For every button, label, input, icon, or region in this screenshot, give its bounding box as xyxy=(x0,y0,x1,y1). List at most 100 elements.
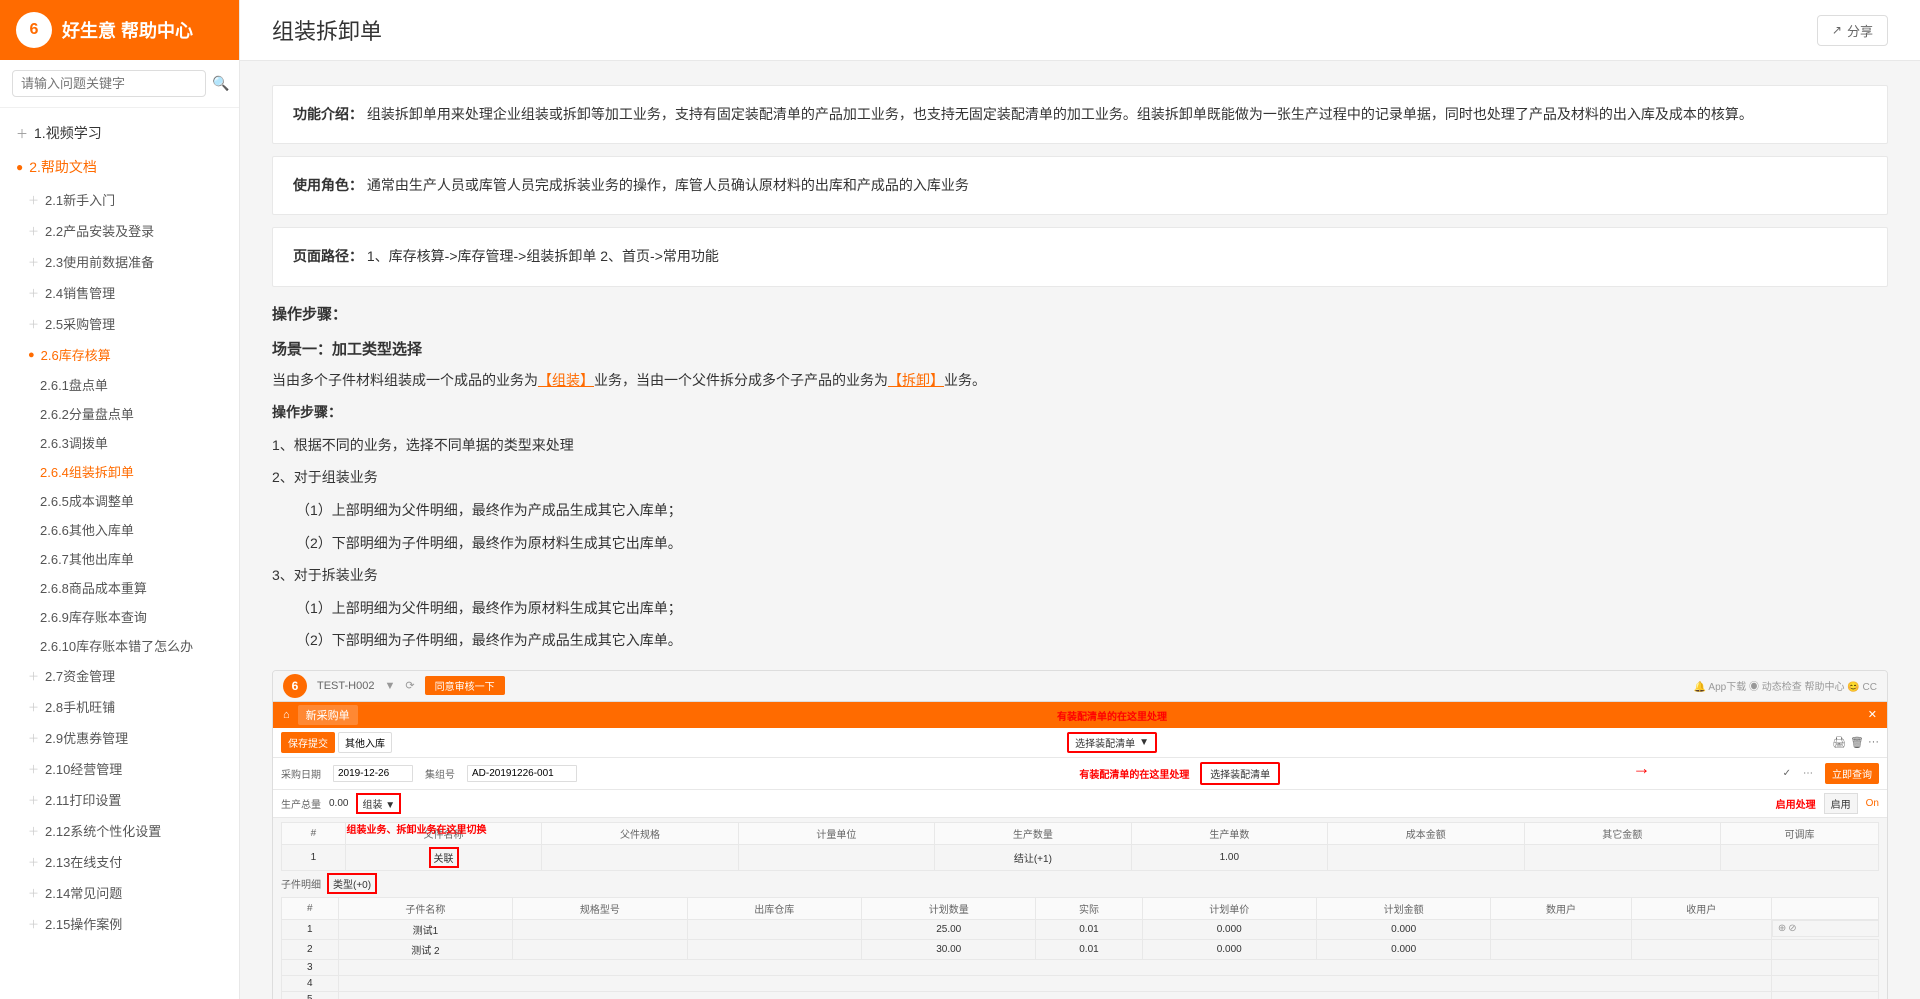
mock-print-icon[interactable]: 🖨 xyxy=(1832,736,1846,749)
sidebar-item-docs[interactable]: ● 2.帮助文档 xyxy=(0,150,239,184)
nav-section-video: ＋ 1.视频学习 xyxy=(0,116,239,150)
sidebar-item-video[interactable]: ＋ 1.视频学习 xyxy=(0,116,239,150)
mock-apply-btn[interactable]: 立即查询 xyxy=(1825,763,1879,784)
link-disassembly[interactable]: 【拆卸】 xyxy=(888,372,944,388)
mock-form-row: 采购日期 集组号 有装配清单的在这里处理 → 选择装配清单 ✓ ⋯ 立即查询 xyxy=(273,758,1887,790)
mock-other-btn[interactable]: 其他入库 xyxy=(338,732,392,753)
mock-td-name-highlight[interactable]: 关联 xyxy=(429,847,459,868)
mock-td2-2-6: 0.01 xyxy=(1036,939,1142,959)
main-header: 组装拆卸单 ↗ 分享 xyxy=(240,0,1920,61)
sidebar-item-payment[interactable]: ＋ 2.13在线支付 xyxy=(0,846,239,877)
table-row: 2 测试 2 30.00 0.01 0.000 0.000 xyxy=(282,939,1879,959)
mock-th-prod-count: 生产单数 xyxy=(1131,822,1327,844)
row-delete-icon[interactable]: ⊘ xyxy=(1788,923,1796,934)
nav-section-docs: ● 2.帮助文档 ＋ 2.1新手入门 ＋ 2.2产品安装及登录 ＋ 2.3使用前… xyxy=(0,150,239,939)
scenario1-desc: 当由多个子件材料组装成一个成品的业务为【组装】业务，当由一个父件拆分成多个子产品… xyxy=(272,367,1888,394)
ops-title: 操作步骤： xyxy=(272,303,1888,324)
search-icon[interactable]: 🔍 xyxy=(212,75,229,92)
app-refresh-icon[interactable]: ⟳ xyxy=(405,679,414,692)
sidebar-item-dataprep[interactable]: ＋ 2.3使用前数据准备 xyxy=(0,246,239,277)
mock-close-icon[interactable]: ✕ xyxy=(1868,708,1877,721)
mock-date-input[interactable] xyxy=(333,765,413,782)
share-button[interactable]: ↗ 分享 xyxy=(1817,15,1888,46)
mock-order-input[interactable] xyxy=(467,765,577,782)
sidebar-item-261[interactable]: 2.6.1盘点单 xyxy=(0,370,239,399)
sidebar-item-capital[interactable]: ＋ 2.7资金管理 xyxy=(0,660,239,691)
sidebar-item-print[interactable]: ＋ 2.11打印设置 xyxy=(0,784,239,815)
app-logo-icon: 6 xyxy=(283,674,307,698)
link-assembly[interactable]: 【组装】 xyxy=(538,372,594,388)
row-copy-icon[interactable]: ⊕ xyxy=(1778,923,1786,934)
sidebar-item-cases[interactable]: ＋ 2.15操作案例 xyxy=(0,908,239,939)
mock-td2-1-3 xyxy=(513,919,687,939)
mock-home-icon[interactable]: ⌂ xyxy=(283,709,290,721)
sidebar-item-268[interactable]: 2.6.8商品成本重算 xyxy=(0,573,239,602)
mock-enable-btn[interactable]: 启用 xyxy=(1824,793,1858,814)
sidebar-item-mgmt[interactable]: ＋ 2.10经营管理 xyxy=(0,753,239,784)
plus-icon-cases: ＋ xyxy=(28,916,39,932)
share-icon: ↗ xyxy=(1832,23,1842,37)
sidebar-item-269[interactable]: 2.6.9库存账本查询 xyxy=(0,602,239,631)
sidebar-item-system[interactable]: ＋ 2.12系统个性化设置 xyxy=(0,815,239,846)
app-dropdown-icon[interactable]: ▼ xyxy=(384,680,395,692)
intro-text: 组装拆卸单用来处理企业组装或拆卸等加工业务，支持有固定装配清单的产品加工业务，也… xyxy=(367,106,1753,122)
mock-th2-spec: 规格型号 xyxy=(513,897,687,919)
sidebar-item-coupon[interactable]: ＋ 2.9优惠券管理 xyxy=(0,722,239,753)
mock-th2-num: # xyxy=(282,897,339,919)
mock-td-1-6: 1.00 xyxy=(1131,844,1327,870)
sidebar-item-267[interactable]: 2.6.7其他出库单 xyxy=(0,544,239,573)
sidebar-item-newcomer[interactable]: ＋ 2.1新手入门 xyxy=(0,184,239,215)
sidebar-item-262[interactable]: 2.6.2分量盘点单 xyxy=(0,399,239,428)
mock-save-btn[interactable]: 保存提交 xyxy=(281,732,335,753)
mock-th2-actual: 实际 xyxy=(1036,897,1142,919)
arrow1: → xyxy=(1633,758,1651,779)
plus-icon: ＋ xyxy=(16,125,28,142)
mock-td2-1-4 xyxy=(687,919,861,939)
mock-type-btn[interactable]: 组装 ▼ xyxy=(356,793,401,814)
content-area: 功能介绍： 组装拆卸单用来处理企业组装或拆卸等加工业务，支持有固定装配清单的产品… xyxy=(240,61,1920,999)
mock-table1: # 父件名称 父件规格 计量单位 生产数量 生产单数 成本金额 其它金额 可调库 xyxy=(281,822,1879,871)
sidebar-item-inventory[interactable]: ● 2.6库存核算 xyxy=(0,339,239,370)
sidebar-item-264[interactable]: 2.6.4组装拆卸单 xyxy=(0,457,239,486)
sidebar-item-266[interactable]: 2.6.6其他入库单 xyxy=(0,515,239,544)
sidebar-item-2610[interactable]: 2.6.10库存账本错了怎么办 xyxy=(0,631,239,660)
mock-select-bom-btn[interactable]: 选择装配清单 xyxy=(1200,762,1280,785)
mock-td2-4-2 xyxy=(338,975,1771,991)
sidebar: 6 好生意 帮助中心 🔍 ＋ 1.视频学习 ● 2.帮助文档 ＋ 2.1新手入门 xyxy=(0,0,240,999)
sidebar-item-faq[interactable]: ＋ 2.14常见问题 xyxy=(0,877,239,908)
logo-area: 6 好生意 帮助中心 xyxy=(0,0,239,60)
mock-td2-2-11 xyxy=(1771,939,1878,959)
mock-type-selector[interactable]: 选择装配清单 ▼ xyxy=(1067,732,1157,753)
sidebar-item-install[interactable]: ＋ 2.2产品安装及登录 xyxy=(0,215,239,246)
plus-icon-purchase: ＋ xyxy=(28,316,39,332)
sidebar-item-mobile[interactable]: ＋ 2.8手机旺铺 xyxy=(0,691,239,722)
mock-td2-2-4 xyxy=(687,939,861,959)
sidebar-item-263[interactable]: 2.6.3调拨单 xyxy=(0,428,239,457)
step-2-2: （2）下部明细为子件明细，最终作为原材料生成其它出库单。 xyxy=(272,530,1888,557)
mock-delete-icon[interactable]: 🗑 xyxy=(1850,736,1864,749)
plus-icon-print: ＋ xyxy=(28,792,39,808)
search-input[interactable] xyxy=(12,70,206,97)
search-area: 🔍 xyxy=(0,60,239,108)
app-id: TEST-H002 xyxy=(317,680,374,692)
mock-new-tab[interactable]: 新采购单 xyxy=(298,705,358,725)
sidebar-item-265[interactable]: 2.6.5成本调整单 xyxy=(0,486,239,515)
mock-td2-2-3 xyxy=(513,939,687,959)
app-action-btn[interactable]: 同意审核一下 xyxy=(425,676,505,695)
mock-td2-2-9 xyxy=(1491,939,1631,959)
sidebar-item-purchase[interactable]: ＋ 2.5采购管理 xyxy=(0,308,239,339)
intro-card: 功能介绍： 组装拆卸单用来处理企业组装或拆卸等加工业务，支持有固定装配清单的产品… xyxy=(272,85,1888,144)
mock-th-type-selector[interactable]: 类型(+0) xyxy=(327,873,377,894)
role-text: 通常由生产人员或库管人员完成拆装业务的操作，库管人员确认原材料的出库和产成品的入… xyxy=(367,177,969,193)
mock-confirm-icon[interactable]: ✓ xyxy=(1783,768,1791,779)
mock-app: 6 TEST-H002 ▼ ⟳ 同意审核一下 🔔 App下载 ◉ 动态检查 帮助… xyxy=(273,671,1887,999)
mock-more2-icon[interactable]: ⋯ xyxy=(1803,768,1813,779)
sidebar-item-sales[interactable]: ＋ 2.4销售管理 xyxy=(0,277,239,308)
mock-td2-2-2: 测试 2 xyxy=(338,939,512,959)
mock-td2-1-5: 25.00 xyxy=(862,919,1036,939)
mock-td2-2-8: 0.000 xyxy=(1316,939,1490,959)
mock-more-icon[interactable]: ··· xyxy=(1868,736,1879,748)
plus-icon-install: ＋ xyxy=(28,223,39,239)
logo-text: 好生意 帮助中心 xyxy=(62,17,193,43)
mock-td2-3-3 xyxy=(1771,959,1878,975)
